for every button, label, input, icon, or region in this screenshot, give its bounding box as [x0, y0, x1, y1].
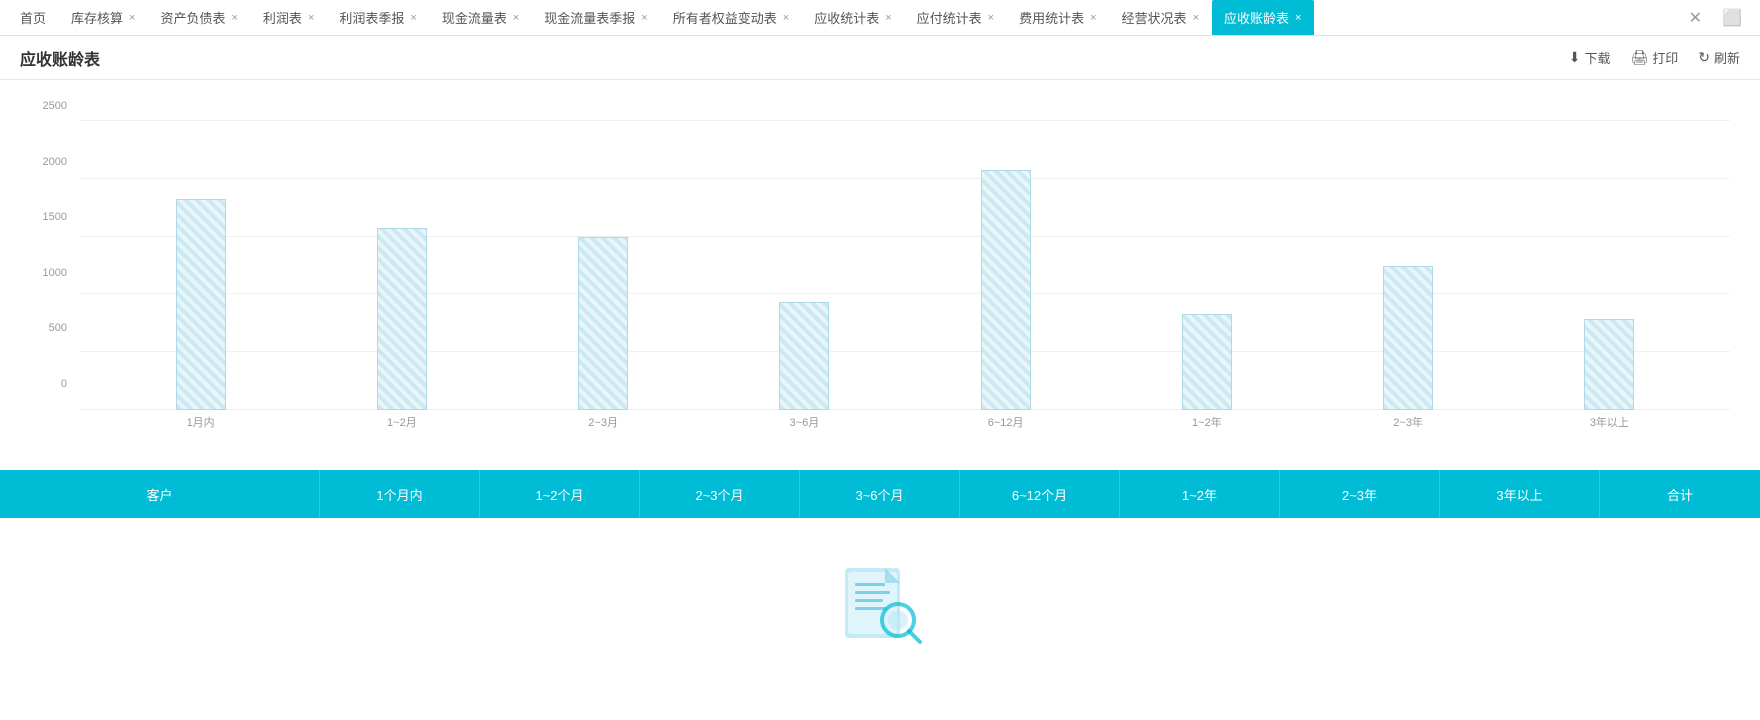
- chart-y-axis: 2500 2000 1500 1000 500 0: [30, 100, 75, 390]
- tab-item-balance[interactable]: 资产负债表×: [148, 0, 250, 36]
- tab-item-operation[interactable]: 经营状况表×: [1110, 0, 1212, 36]
- tab-bar-actions: ✕ ⬜: [1683, 6, 1752, 30]
- chart-grid: [80, 120, 1730, 410]
- x-axis-label: 3~6月: [774, 414, 834, 430]
- empty-state: [0, 518, 1760, 718]
- bar: [176, 199, 226, 410]
- x-axis-label: 1月内: [171, 414, 231, 430]
- print-button[interactable]: 🖨 打印: [1630, 48, 1678, 67]
- bar: [578, 237, 628, 410]
- chart-area: 2500 2000 1500 1000 500 0 1月内 1~2月 2~3月 3~6月 6~12…: [0, 80, 1760, 470]
- x-axis-label: 1~2年: [1177, 414, 1237, 430]
- table-header-cell: 2~3年: [1280, 470, 1440, 518]
- tab-close-cashflow-quarter[interactable]: ×: [641, 12, 647, 24]
- tab-bar: 首页库存核算×资产负债表×利润表×利润表季报×现金流量表×现金流量表季报×所有者…: [0, 0, 1760, 36]
- y-axis-label: 1000: [43, 267, 67, 279]
- table-header-cell: 合计: [1600, 470, 1760, 518]
- bar: [1182, 314, 1232, 410]
- table-header-cell: 客户: [0, 470, 320, 518]
- chart-x-labels: 1月内 1~2月 2~3月 3~6月 6~12月 1~2年 2~3年 3年以上: [80, 410, 1730, 430]
- tab-item-cashflow-quarter[interactable]: 现金流量表季报×: [532, 0, 660, 36]
- table-header-cell: 1~2年: [1120, 470, 1280, 518]
- download-icon: ⬇: [1569, 49, 1581, 66]
- tab-close-operation[interactable]: ×: [1193, 12, 1199, 24]
- bars-container: [80, 120, 1730, 410]
- refresh-button[interactable]: ↻ 刷新: [1698, 48, 1740, 67]
- bar: [981, 170, 1031, 410]
- tab-item-ar-aging[interactable]: 应收账龄表×: [1212, 0, 1314, 36]
- tab-close-payable-stat[interactable]: ×: [988, 12, 994, 24]
- bar-group: [176, 199, 226, 410]
- bar-group: [1182, 314, 1232, 410]
- tab-close-receivable-stat[interactable]: ×: [885, 12, 891, 24]
- refresh-icon: ↻: [1698, 49, 1710, 66]
- x-axis-label: 2~3年: [1378, 414, 1438, 430]
- bar-group: [578, 237, 628, 410]
- tab-close-balance[interactable]: ×: [231, 12, 237, 24]
- tab-item-receivable-stat[interactable]: 应收统计表×: [802, 0, 904, 36]
- y-axis-label: 0: [61, 378, 67, 390]
- bar: [377, 228, 427, 410]
- bar-group: [377, 228, 427, 410]
- print-icon: 🖨: [1630, 49, 1648, 66]
- y-axis-label: 1500: [43, 211, 67, 223]
- bar-group: [1383, 266, 1433, 410]
- bar-chart: 2500 2000 1500 1000 500 0 1月内 1~2月 2~3月 3~6月 6~12…: [30, 100, 1730, 430]
- page-header: 应收账龄表 ⬇ 下载 🖨 打印 ↻ 刷新: [0, 36, 1760, 80]
- table-header-cell: 1个月内: [320, 470, 480, 518]
- y-axis-label: 500: [49, 322, 67, 334]
- x-axis-label: 1~2月: [372, 414, 432, 430]
- tab-item-profit[interactable]: 利润表×: [251, 0, 327, 36]
- bar: [1584, 319, 1634, 410]
- x-axis-label: 3年以上: [1579, 414, 1639, 430]
- table-header-cell: 1~2个月: [480, 470, 640, 518]
- tab-item-expense-stat[interactable]: 费用统计表×: [1007, 0, 1109, 36]
- page-title: 应收账龄表: [20, 46, 100, 70]
- main-content: 2500 2000 1500 1000 500 0 1月内 1~2月 2~3月 3~6月 6~12…: [0, 80, 1760, 720]
- tab-item-profit-quarter[interactable]: 利润表季报×: [327, 0, 429, 36]
- tab-close-ar-aging[interactable]: ×: [1295, 12, 1301, 24]
- x-axis-label: 2~3月: [573, 414, 633, 430]
- y-axis-label: 2500: [43, 100, 67, 112]
- tab-item-inventory[interactable]: 库存核算×: [59, 0, 148, 36]
- tab-item-cashflow[interactable]: 现金流量表×: [430, 0, 532, 36]
- maximize-window-icon[interactable]: ⬜: [1716, 6, 1748, 30]
- tab-close-cashflow[interactable]: ×: [513, 12, 519, 24]
- table-header-cell: 3年以上: [1440, 470, 1600, 518]
- y-axis-label: 2000: [43, 156, 67, 168]
- tab-item-equity[interactable]: 所有者权益变动表×: [661, 0, 802, 36]
- tab-item-payable-stat[interactable]: 应付统计表×: [905, 0, 1007, 36]
- bar-group: [1584, 319, 1634, 410]
- empty-icon: [830, 558, 930, 658]
- tab-close-equity[interactable]: ×: [783, 12, 789, 24]
- bar-group: [779, 302, 829, 410]
- tab-item-home[interactable]: 首页: [8, 0, 59, 36]
- close-window-icon[interactable]: ✕: [1683, 6, 1708, 30]
- table-header: 客户1个月内1~2个月2~3个月3~6个月6~12个月1~2年2~3年3年以上合…: [0, 470, 1760, 518]
- bar-group: [981, 170, 1031, 410]
- tab-close-profit-quarter[interactable]: ×: [410, 12, 416, 24]
- bar: [779, 302, 829, 410]
- bar: [1383, 266, 1433, 410]
- table-header-cell: 6~12个月: [960, 470, 1120, 518]
- tab-close-inventory[interactable]: ×: [129, 12, 135, 24]
- tab-close-profit[interactable]: ×: [308, 12, 314, 24]
- chart-inner: 1月内 1~2月 2~3月 3~6月 6~12月 1~2年 2~3年 3年以上: [80, 120, 1730, 430]
- header-actions: ⬇ 下载 🖨 打印 ↻ 刷新: [1569, 48, 1740, 67]
- table-header-cell: 3~6个月: [800, 470, 960, 518]
- x-axis-label: 6~12月: [976, 414, 1036, 430]
- tab-close-expense-stat[interactable]: ×: [1090, 12, 1096, 24]
- table-header-cell: 2~3个月: [640, 470, 800, 518]
- download-button[interactable]: ⬇ 下载: [1569, 48, 1611, 67]
